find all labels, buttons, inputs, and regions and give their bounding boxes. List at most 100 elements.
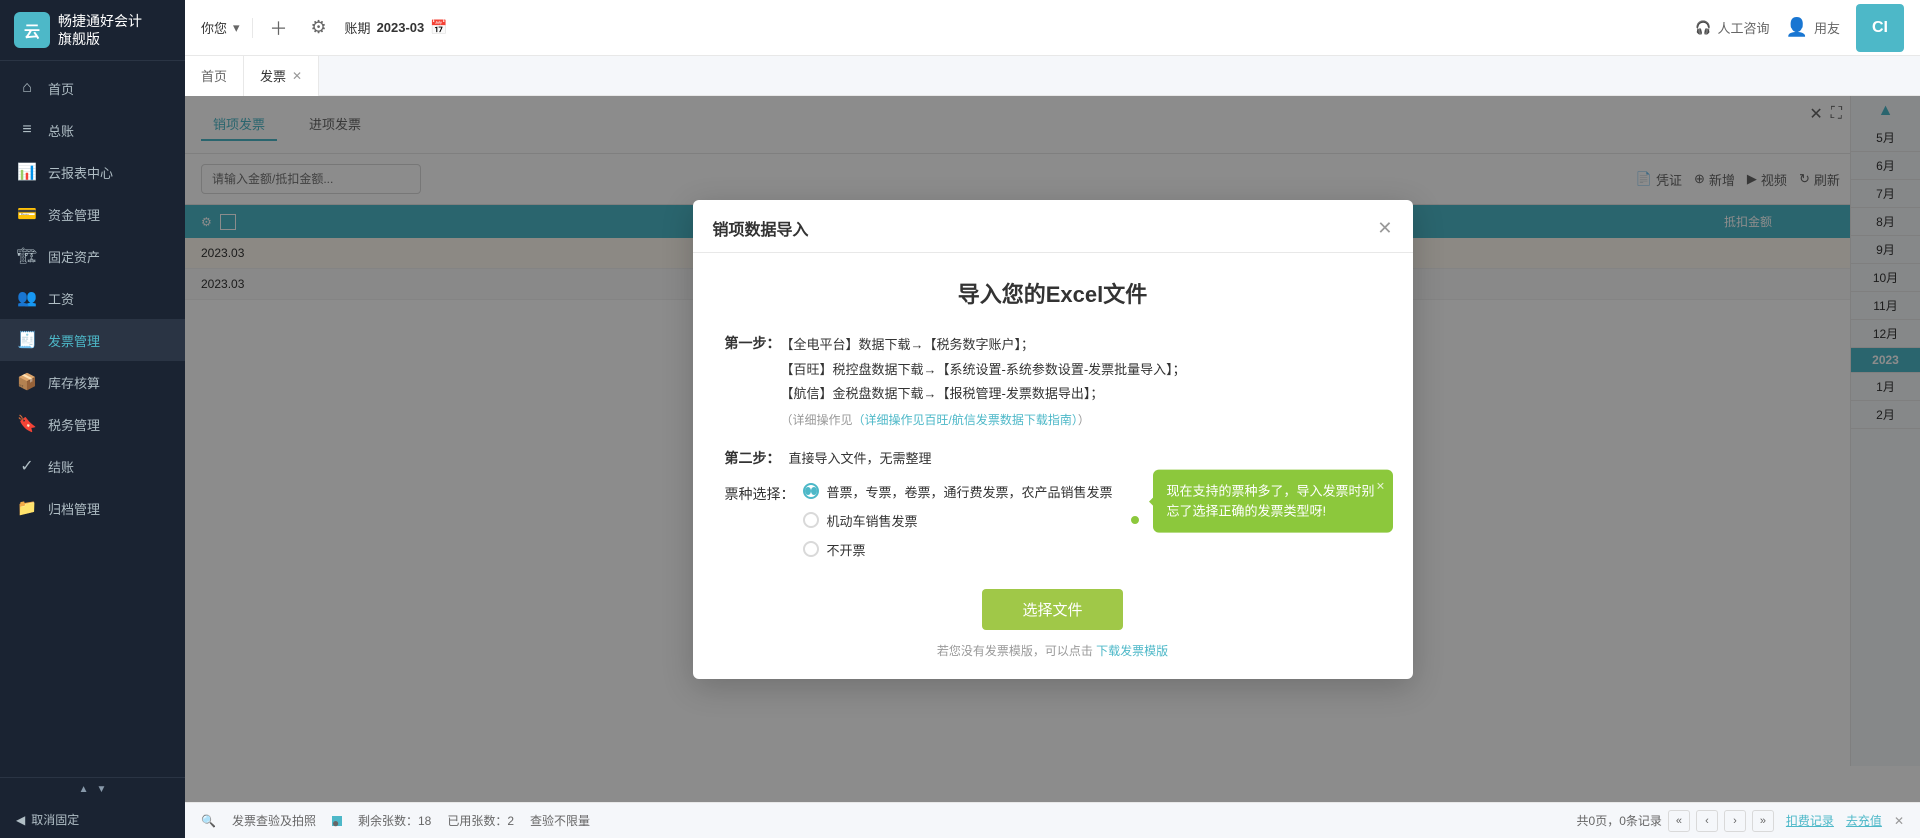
sidebar-item-label: 库存核算: [48, 373, 100, 392]
modal-header: 销项数据导入 ✕: [693, 200, 1413, 253]
logo-icon: 云: [14, 12, 50, 48]
remaining-count: 剩余张数：18: [358, 812, 431, 829]
step1-line2: 【百旺】税控盘数据下载→【系统设置-系统参数设置-发票批量导入】；: [781, 358, 1186, 383]
sidebar-item-home[interactable]: ⌂ 首页: [0, 67, 185, 109]
fund-icon: 💳: [16, 203, 38, 225]
tab-home-label: 首页: [201, 66, 227, 85]
sidebar: 云 畅捷通好会计 旗舰版 ⌂ 首页 ≡ 总账 📊 云报表中心 💳 资金管理: [0, 0, 185, 838]
main-content: 你您 ▾ ＋ ⚙ 账期 2023-03 📅 🎧 人工咨询 👤 用友: [185, 0, 1920, 838]
sidebar-item-label: 税务管理: [48, 415, 100, 434]
page-nav: 共0页，0条记录 « ‹ › »: [1577, 810, 1774, 832]
account-selector[interactable]: 你您 ▾: [201, 18, 240, 37]
sidebar-item-payroll[interactable]: 👥 工资: [0, 277, 185, 319]
tab-invoice[interactable]: 发票 ✕: [244, 56, 319, 96]
content-area: 销项发票 进项发票 📄 凭证 ⊕ 新增: [185, 96, 1920, 802]
period-display: 账期 2023-03 📅: [345, 18, 448, 37]
used-count: 已用张数：2: [447, 812, 514, 829]
sidebar-item-report[interactable]: 📊 云报表中心: [0, 151, 185, 193]
sidebar-item-tax[interactable]: 🔖 税务管理: [0, 403, 185, 445]
step1-link: （详细操作见（详细操作见百旺/航信发票数据下载指南））: [781, 409, 1186, 432]
user-avatar: CI: [1856, 4, 1904, 52]
period-label: 账期: [345, 18, 371, 37]
sidebar-nav: ⌂ 首页 ≡ 总账 📊 云报表中心 💳 资金管理 🏗 固定资产 👥 工资: [0, 61, 185, 777]
ticket-select-row: 票种选择： 普票，专票，卷票，通行费发票，农产品销售发票: [725, 482, 1381, 569]
bottom-bar: 🔍 发票查验及拍照 ● 剩余张数：18 已用张数：2 查验不限量 共0页，0条记…: [185, 802, 1920, 838]
headset-icon: 🎧: [1695, 20, 1711, 36]
sidebar-item-label: 发票管理: [48, 331, 100, 350]
radio-label-2: 机动车销售发票: [827, 511, 918, 530]
tooltip-bubble: × 现在支持的票种多了，导入发票时别忘了选择正确的发票类型呀!: [1153, 470, 1393, 533]
invoice-icon: 🧾: [16, 329, 38, 351]
sidebar-item-ledger[interactable]: ≡ 总账: [0, 109, 185, 151]
sidebar-item-label: 云报表中心: [48, 163, 113, 182]
payroll-icon: 👥: [16, 287, 38, 309]
sidebar-item-fund[interactable]: 💳 资金管理: [0, 193, 185, 235]
ledger-icon: ≡: [16, 119, 38, 141]
sidebar-item-label: 资金管理: [48, 205, 100, 224]
download-guide-link[interactable]: （详细操作见百旺/航信发票数据下载指南）: [853, 413, 1078, 427]
radio-circle-1: [803, 483, 819, 499]
settings-icon[interactable]: ⚙: [305, 14, 333, 42]
deduct-records-link[interactable]: 扣费记录: [1786, 812, 1834, 829]
go-recharge-link[interactable]: 去充值: [1846, 812, 1882, 829]
topbar-right: 🎧 人工咨询 👤 用友 CI: [1695, 4, 1904, 52]
inventory-icon: 📦: [16, 371, 38, 393]
page-first-btn[interactable]: «: [1668, 810, 1690, 832]
modal-body: 导入您的Excel文件 第一步： 【全电平台】数据下载→【税务数字账户】； 【百…: [693, 253, 1413, 679]
radio-item-no-ticket[interactable]: 不开票: [803, 540, 1113, 559]
tab-invoice-label: 发票: [260, 66, 286, 85]
sidebar-item-invoice[interactable]: 🧾 发票管理: [0, 319, 185, 361]
account-arrow-icon: ▾: [233, 20, 240, 36]
radio-item-general[interactable]: 普票，专票，卷票，通行费发票，农产品销售发票: [803, 482, 1113, 501]
sidebar-item-asset[interactable]: 🏗 固定资产: [0, 235, 185, 277]
add-button[interactable]: ＋: [265, 14, 293, 42]
tab-home[interactable]: 首页: [185, 56, 244, 96]
modal-close-icon[interactable]: ✕: [1377, 217, 1392, 238]
ticket-select-label: 票种选择：: [725, 482, 795, 504]
invoice-content: 销项发票 进项发票 📄 凭证 ⊕ 新增: [185, 96, 1920, 802]
step2-label: 第二步：: [725, 448, 781, 468]
topbar: 你您 ▾ ＋ ⚙ 账期 2023-03 📅 🎧 人工咨询 👤 用友: [185, 0, 1920, 56]
step2-text: 直接导入文件，无需整理: [789, 448, 932, 467]
page-last-btn[interactable]: »: [1752, 810, 1774, 832]
verify-unlimited: 查验不限量: [530, 812, 590, 829]
radio-circle-3: [803, 541, 819, 557]
app-sub: 旗舰版: [58, 30, 142, 48]
step2-row: 第二步： 直接导入文件，无需整理: [725, 448, 1381, 468]
page-prev-btn[interactable]: ‹: [1696, 810, 1718, 832]
consult-button[interactable]: 🎧 人工咨询: [1695, 18, 1769, 37]
account-name: 你您: [201, 18, 227, 37]
radio-item-motor[interactable]: 机动车销售发票 × 现在支持的票种多了，导入发票时别忘了选择正确的发票类型呀!: [803, 511, 1113, 530]
user-icon: 👤: [1786, 17, 1808, 38]
sidebar-item-label: 工资: [48, 289, 74, 308]
user-menu[interactable]: 👤 用友: [1786, 17, 1840, 38]
step1-label: 第一步：: [725, 333, 781, 432]
close-bottom-icon[interactable]: ✕: [1894, 814, 1904, 828]
calendar-icon[interactable]: 📅: [430, 19, 447, 36]
page-next-btn[interactable]: ›: [1724, 810, 1746, 832]
archive-icon: 📁: [16, 497, 38, 519]
tab-invoice-close-icon[interactable]: ✕: [292, 69, 302, 83]
radio-label-1: 普票，专票，卷票，通行费发票，农产品销售发票: [827, 482, 1113, 501]
modal-main-title: 导入您的Excel文件: [725, 277, 1381, 309]
check-icon: 🔍: [201, 814, 216, 828]
tabbar: 首页 发票 ✕: [185, 56, 1920, 96]
tooltip-close-icon[interactable]: ×: [1376, 476, 1384, 497]
period-value: 2023-03: [377, 20, 425, 35]
step1-row: 第一步： 【全电平台】数据下载→【税务数字账户】； 【百旺】税控盘数据下载→【系…: [725, 333, 1381, 432]
sidebar-item-checkout[interactable]: ✓ 结账: [0, 445, 185, 487]
sidebar-cancel-fixed[interactable]: ◀ 取消固定: [0, 801, 185, 838]
page-info: 共0页，0条记录: [1577, 812, 1662, 829]
app-logo: 云 畅捷通好会计 旗舰版: [0, 0, 185, 61]
sidebar-scroll-up[interactable]: ▲: [79, 784, 89, 795]
checkout-icon: ✓: [16, 455, 38, 477]
import-modal: 销项数据导入 ✕ 导入您的Excel文件 第一步： 【全电平台】数据下载→【税务…: [693, 200, 1413, 679]
sidebar-item-archive[interactable]: 📁 归档管理: [0, 487, 185, 529]
radio-label-3: 不开票: [827, 540, 866, 559]
download-template-link[interactable]: 下载发票模版: [1096, 644, 1168, 658]
select-file-button[interactable]: 选择文件: [982, 589, 1122, 630]
topbar-divider: [252, 18, 253, 38]
sidebar-item-inventory[interactable]: 📦 库存核算: [0, 361, 185, 403]
sidebar-scroll-down[interactable]: ▼: [97, 784, 107, 795]
radio-group: 普票，专票，卷票，通行费发票，农产品销售发票 机动车销售发票: [803, 482, 1113, 569]
